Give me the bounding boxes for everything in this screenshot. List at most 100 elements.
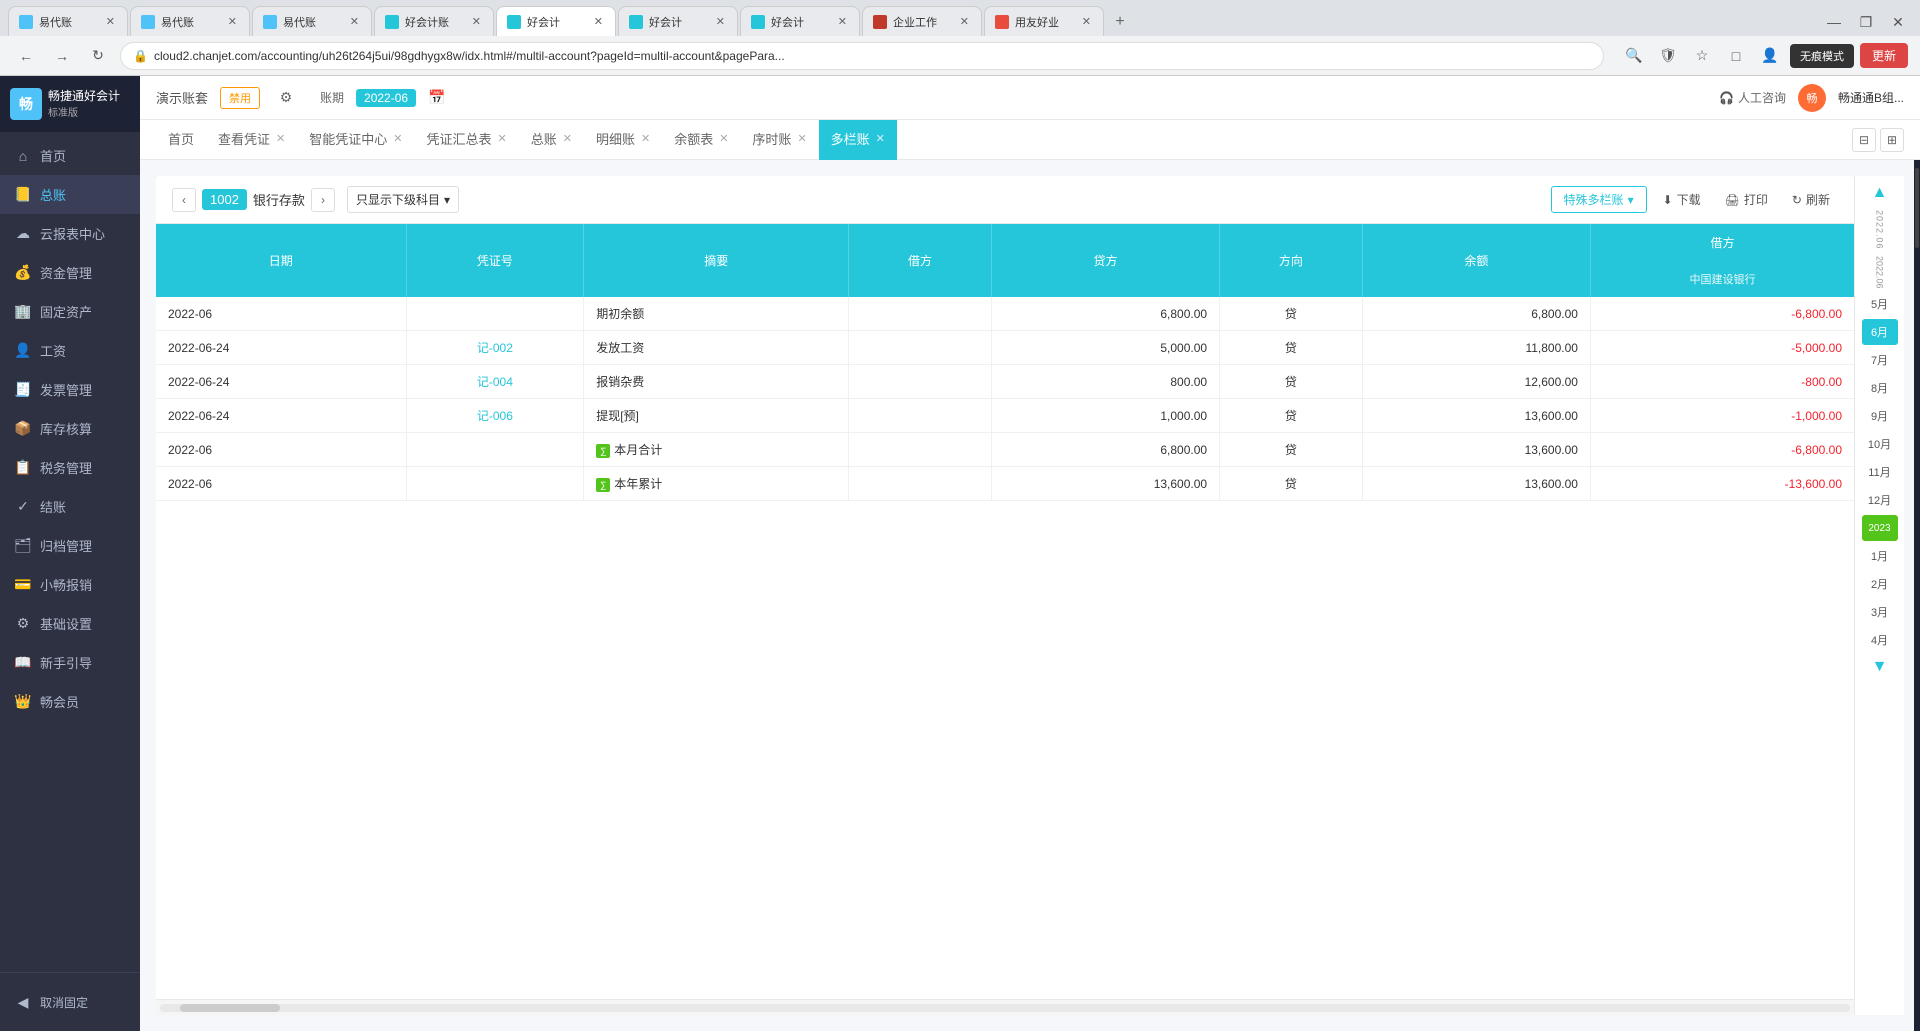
voucher-link-2[interactable]: 记-002 [477,341,513,355]
user-avatar[interactable]: 畅 [1798,84,1826,112]
tab-close-5[interactable]: ✕ [592,14,605,29]
cal-month-2022-12[interactable]: 12月 [1862,487,1898,513]
url-bar[interactable]: 🔒 cloud2.chanjet.com/accounting/uh26t264… [120,42,1604,70]
sidebar-item-archive[interactable]: 🗂 归档管理 [0,526,140,565]
bottom-scrollbar[interactable] [156,999,1854,1015]
tab-6[interactable]: 好会计 ✕ [618,6,738,36]
sidebar-item-ledger[interactable]: 📒 总账 [0,175,140,214]
account-next-button[interactable]: › [311,188,335,212]
cal-month-2023-04[interactable]: 4月 [1862,627,1898,653]
sidebar-item-guide[interactable]: 📖 新手引导 [0,643,140,682]
cal-month-2022-08[interactable]: 8月 [1862,375,1898,401]
new-tab-button[interactable]: + [1106,8,1134,36]
unpin-button[interactable]: ◀ 取消固定 [0,983,140,1021]
demo-badge[interactable]: 禁用 [220,87,260,109]
incognito-button[interactable]: 无痕模式 [1790,44,1854,68]
cal-month-2022-07[interactable]: 7月 [1862,347,1898,373]
sidebar-item-close[interactable]: ✓ 结账 [0,487,140,526]
tab-voucher-view[interactable]: 查看凭证 ✕ [206,120,297,160]
sidebar-item-expense[interactable]: 💳 小畅报销 [0,565,140,604]
sidebar-item-settings[interactable]: ⚙ 基础设置 [0,604,140,643]
tab-close-4[interactable]: ✕ [470,14,483,29]
sidebar-item-assets[interactable]: 🏢 固定资产 [0,292,140,331]
tab-voucher-summary-close[interactable]: ✕ [498,132,507,145]
sidebar-item-member[interactable]: 👑 畅会员 [0,682,140,721]
period-value[interactable]: 2022-06 [356,89,416,107]
tab-collapse-button[interactable]: ⊟ [1852,128,1876,152]
calendar-scroll-down[interactable]: ▼ [1862,654,1898,680]
tab-multi-column[interactable]: 多栏账 ✕ [819,120,897,160]
tab-close-6[interactable]: ✕ [714,14,727,29]
bookmark-icon[interactable]: ☆ [1688,42,1716,70]
extension-icon[interactable]: □ [1722,42,1750,70]
tab-close-1[interactable]: ✕ [104,14,117,29]
calendar-icon[interactable]: 📅 [428,89,445,106]
tab-3[interactable]: 易代账 ✕ [252,6,372,36]
shield-icon[interactable]: 🛡 [1654,42,1682,70]
tab-close-3[interactable]: ✕ [348,14,361,29]
cal-month-2023-01[interactable]: 1月 [1862,543,1898,569]
tab-8[interactable]: 企业工作 ✕ [862,6,982,36]
reload-button[interactable]: ↻ [84,42,112,70]
tab-general-ledger[interactable]: 总账 ✕ [519,120,584,160]
cal-month-2022-09[interactable]: 9月 [1862,403,1898,429]
cal-month-2022-06[interactable]: 6月 [1862,319,1898,345]
restore-button[interactable]: ❐ [1852,8,1880,36]
tab-4[interactable]: 好会计账 ✕ [374,6,494,36]
settings-gear-icon[interactable]: ⚙ [272,84,300,112]
cal-month-2022-10[interactable]: 10月 [1862,431,1898,457]
cal-month-2022-05[interactable]: 5月 [1862,291,1898,317]
cal-month-2023-02[interactable]: 2月 [1862,571,1898,597]
tab-balance-table[interactable]: 余额表 ✕ [662,120,740,160]
sidebar-item-salary[interactable]: 👤 工资 [0,331,140,370]
tab-journal-close[interactable]: ✕ [797,132,806,145]
download-button[interactable]: ⬇ 下载 [1655,187,1709,212]
tab-close-8[interactable]: ✕ [958,14,971,29]
sidebar-item-tax[interactable]: 📋 税务管理 [0,448,140,487]
refresh-button[interactable]: ↻ 刷新 [1784,187,1838,212]
tab-smart-voucher-close[interactable]: ✕ [393,132,402,145]
tab-detail-ledger-close[interactable]: ✕ [641,132,650,145]
tab-smart-voucher[interactable]: 智能凭证中心 ✕ [297,120,414,160]
tab-voucher-view-close[interactable]: ✕ [276,132,285,145]
account-prev-button[interactable]: ‹ [172,188,196,212]
tab-9[interactable]: 用友好业 ✕ [984,6,1104,36]
update-button[interactable]: 更新 [1860,43,1908,68]
tab-close-7[interactable]: ✕ [836,14,849,29]
tab-close-9[interactable]: ✕ [1080,14,1093,29]
tab-close-2[interactable]: ✕ [226,14,239,29]
customer-service-button[interactable]: 🎧 人工咨询 [1719,89,1786,106]
special-multicolumn-button[interactable]: 特殊多栏账 ▾ [1551,186,1647,213]
tab-5[interactable]: 好会计 ✕ [496,6,616,36]
sidebar-item-reports[interactable]: ☁ 云报表中心 [0,214,140,253]
cal-month-2022-11[interactable]: 11月 [1862,459,1898,485]
tab-1[interactable]: 易代账 ✕ [8,6,128,36]
sidebar-item-funds[interactable]: 💰 资金管理 [0,253,140,292]
tab-balance-table-close[interactable]: ✕ [719,132,728,145]
horizontal-scrollbar-thumb[interactable] [180,1004,280,1012]
tab-7[interactable]: 好会计 ✕ [740,6,860,36]
tab-home[interactable]: 首页 [156,120,206,160]
filter-dropdown[interactable]: 只显示下级科目 ▾ [347,186,459,213]
sidebar-item-inventory[interactable]: 📦 库存核算 [0,409,140,448]
forward-button[interactable]: → [48,42,76,70]
voucher-link-4[interactable]: 记-006 [477,409,513,423]
back-button[interactable]: ← [12,42,40,70]
sidebar-item-invoice[interactable]: 🧾 发票管理 [0,370,140,409]
sidebar-item-home[interactable]: ⌂ 首页 [0,136,140,175]
account-icon[interactable]: 👤 [1756,42,1784,70]
minimize-button[interactable]: — [1820,8,1848,36]
tab-detail-ledger[interactable]: 明细账 ✕ [584,120,662,160]
tab-voucher-summary[interactable]: 凭证汇总表 ✕ [414,120,518,160]
calendar-scroll-up[interactable]: ▲ [1862,180,1898,206]
tab-journal[interactable]: 序时账 ✕ [740,120,818,160]
tab-multi-column-close[interactable]: ✕ [876,132,885,145]
voucher-link-3[interactable]: 记-004 [477,375,513,389]
cal-month-2023-03[interactable]: 3月 [1862,599,1898,625]
tab-expand-button[interactable]: ⊞ [1880,128,1904,152]
close-window-button[interactable]: ✕ [1884,8,1912,36]
tab-2[interactable]: 易代账 ✕ [130,6,250,36]
search-icon[interactable]: 🔍 [1620,42,1648,70]
print-button[interactable]: 🖨 打印 [1717,187,1776,212]
tab-general-ledger-close[interactable]: ✕ [563,132,572,145]
